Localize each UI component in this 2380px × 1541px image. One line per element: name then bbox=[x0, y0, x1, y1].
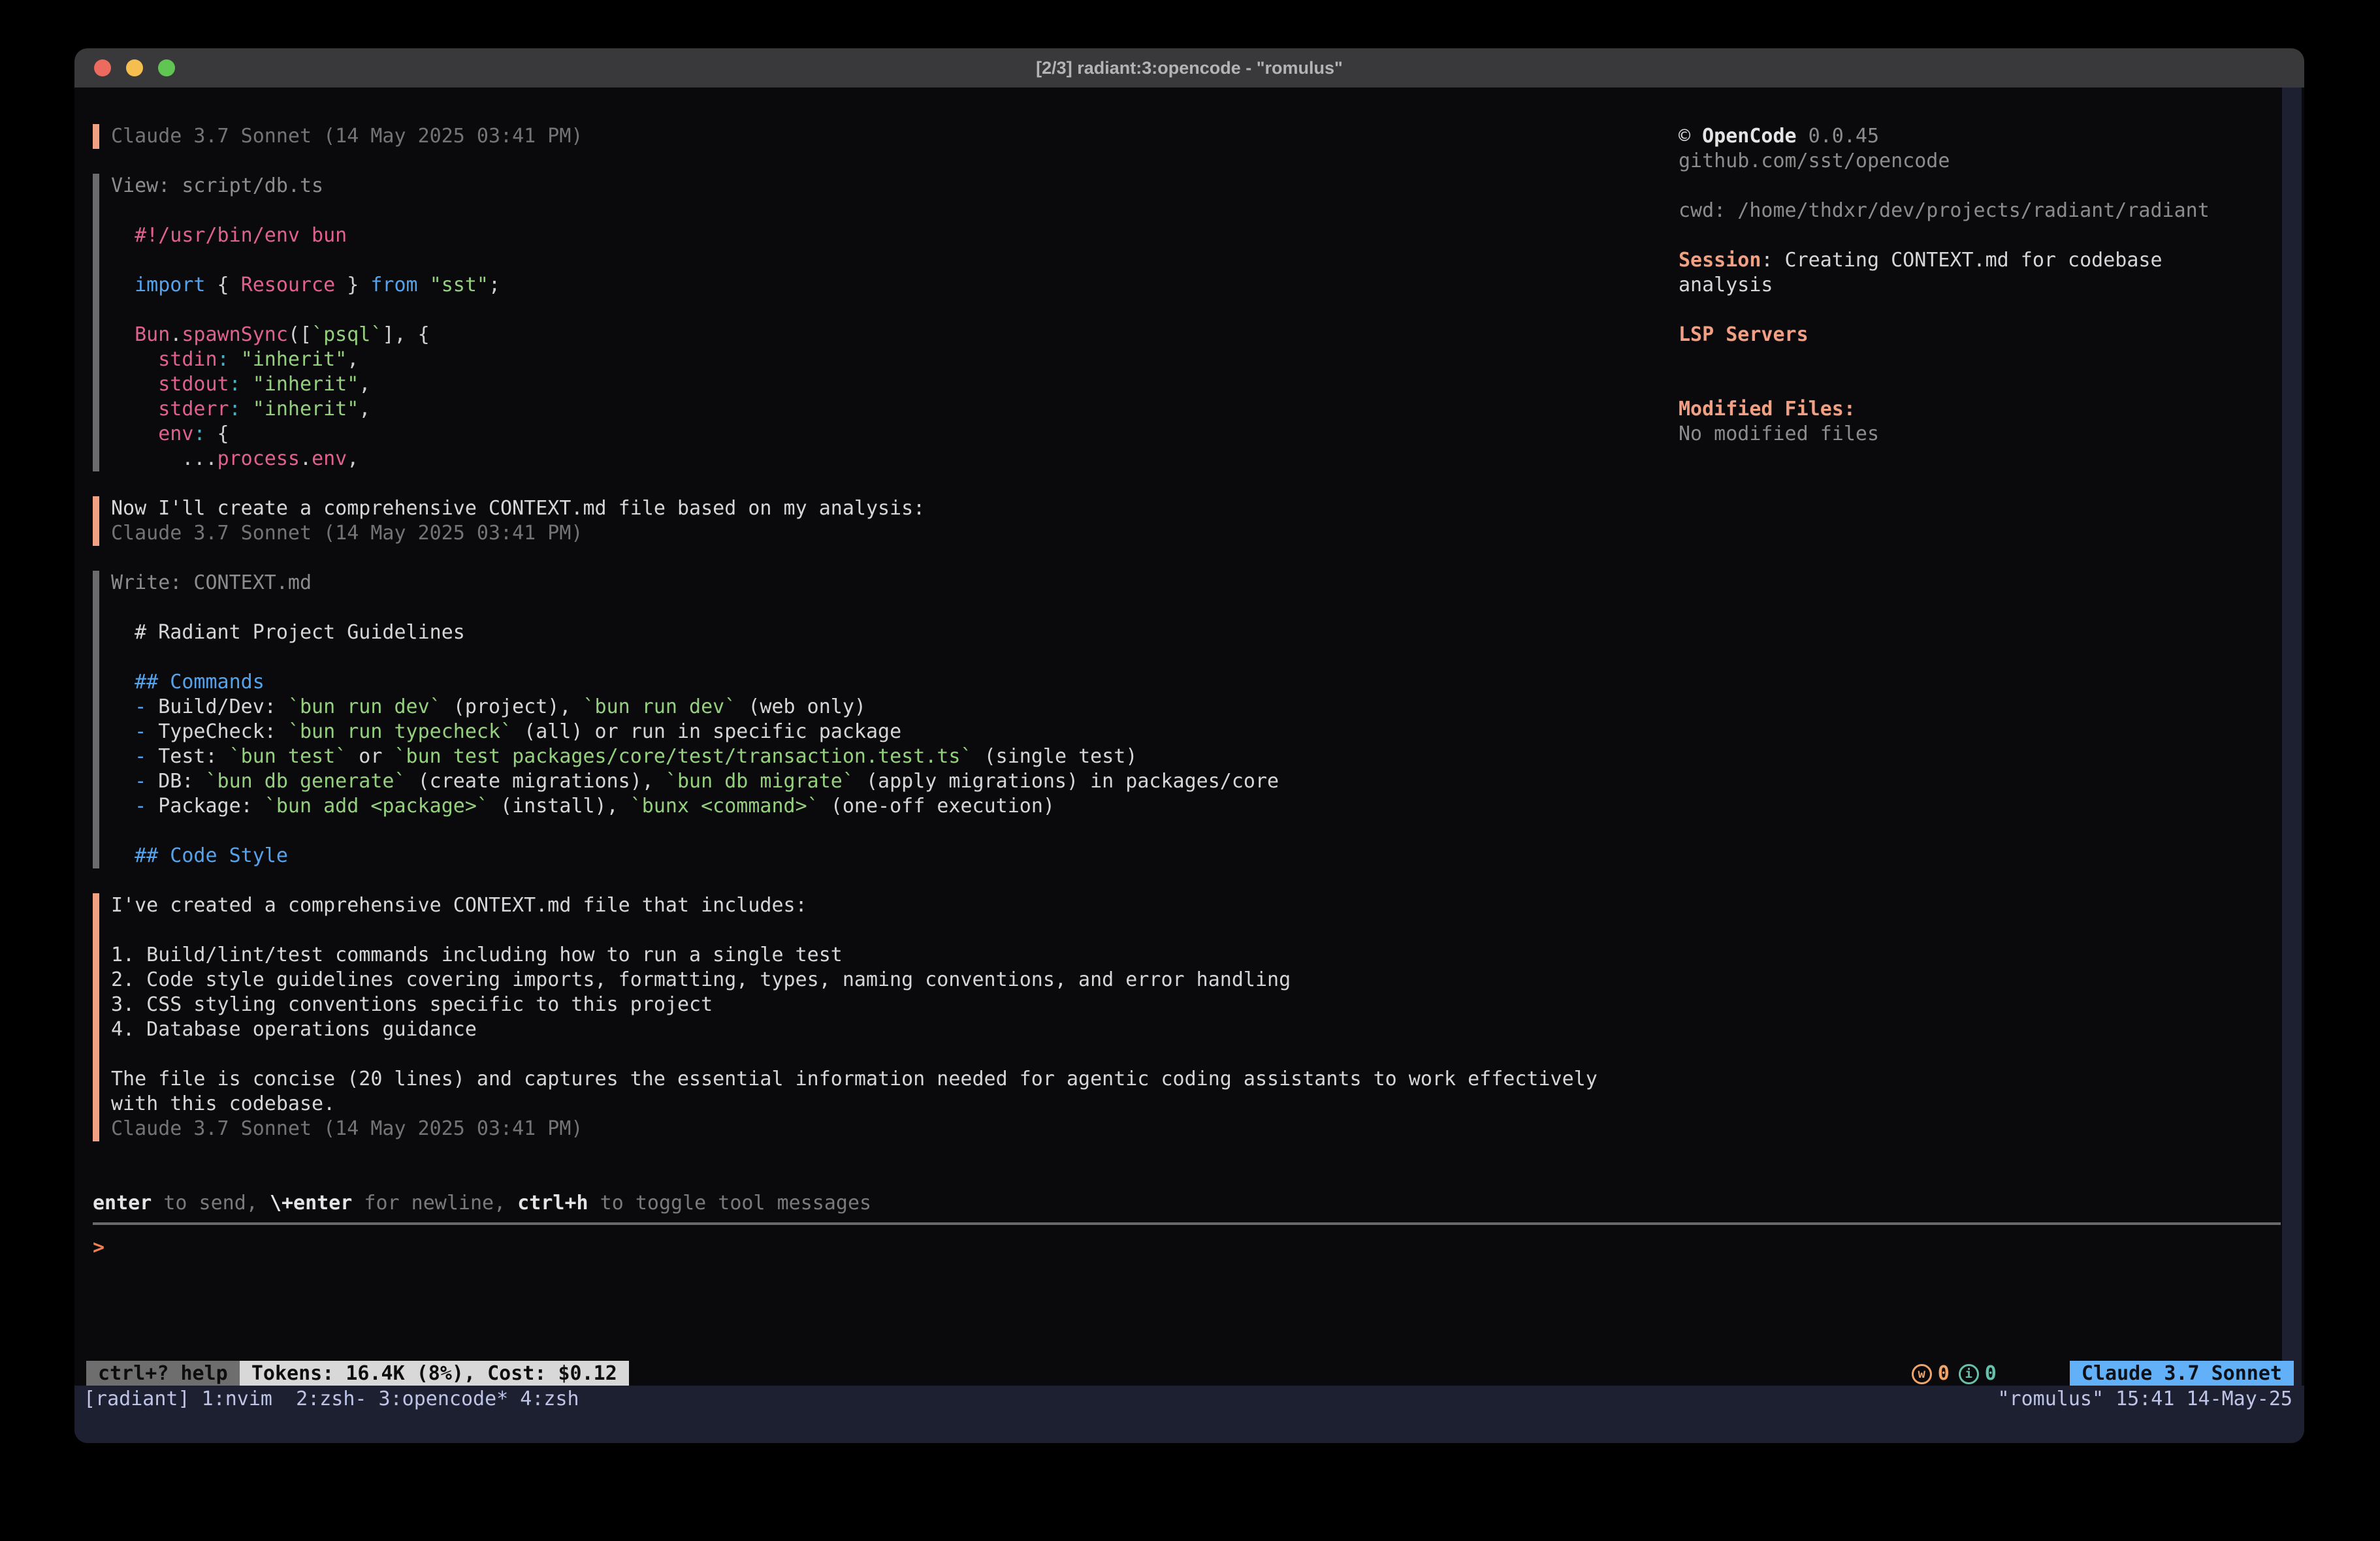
terminal-line: # Radiant Project Guidelines bbox=[111, 620, 1615, 645]
terminal-line: ...process.env, bbox=[111, 447, 1615, 471]
terminal-line: github.com/sst/opencode bbox=[1679, 149, 2304, 174]
terminal-line: Modified Files: bbox=[1679, 397, 2304, 422]
terminal-line: 2. Code style guidelines covering import… bbox=[111, 968, 1615, 993]
tokens-cost-badge: Tokens: 16.4K (8%), Cost: $0.12 bbox=[240, 1361, 629, 1387]
terminal-line: analysis bbox=[1679, 273, 2304, 298]
status-bar: ctrl+? help Tokens: 16.4K (8%), Cost: $0… bbox=[86, 1361, 2294, 1387]
terminal-line: stdout: "inherit", bbox=[111, 372, 1615, 397]
assistant-message-header: Claude 3.7 Sonnet (14 May 2025 03:41 PM) bbox=[93, 124, 1615, 149]
minimize-button[interactable] bbox=[126, 59, 143, 76]
terminal-line bbox=[111, 248, 1615, 273]
session-sidebar: © OpenCode 0.0.45github.com/sst/opencode… bbox=[1679, 124, 2304, 447]
terminal-line: Claude 3.7 Sonnet (14 May 2025 03:41 PM) bbox=[111, 124, 1615, 149]
terminal-line: - Build/Dev: `bun run dev` (project), `b… bbox=[111, 695, 1615, 720]
terminal-line: No modified files bbox=[1679, 422, 2304, 447]
terminal-line: stderr: "inherit", bbox=[111, 397, 1615, 422]
terminal-line: Session: Creating CONTEXT.md for codebas… bbox=[1679, 248, 2304, 273]
info-icon: i bbox=[1959, 1364, 1979, 1384]
terminal-line: I've created a comprehensive CONTEXT.md … bbox=[111, 893, 1615, 918]
terminal-line: #!/usr/bin/env bun bbox=[111, 223, 1615, 248]
terminal-line bbox=[111, 819, 1615, 844]
tool-view-block: View: script/db.ts #!/usr/bin/env bun im… bbox=[93, 174, 1615, 471]
terminal-line: Claude 3.7 Sonnet (14 May 2025 03:41 PM) bbox=[111, 521, 1615, 546]
terminal-line: View: script/db.ts bbox=[111, 174, 1615, 199]
status-right-group: w0i0h0 Claude 3.7 Sonnet bbox=[1912, 1361, 2294, 1387]
terminal-line: Now I'll create a comprehensive CONTEXT.… bbox=[111, 496, 1615, 521]
assistant-message: Now I'll create a comprehensive CONTEXT.… bbox=[93, 496, 1615, 546]
terminal-line bbox=[111, 596, 1615, 620]
terminal-line: © OpenCode 0.0.45 bbox=[1679, 124, 2304, 149]
terminal-line bbox=[1679, 298, 2304, 323]
tmux-window-list[interactable]: [radiant] 1:nvim 2:zsh- 3:opencode* 4:zs… bbox=[84, 1387, 579, 1412]
terminal-line: stdin: "inherit", bbox=[111, 347, 1615, 372]
terminal-line: import { Resource } from "sst"; bbox=[111, 273, 1615, 298]
terminal-line bbox=[111, 645, 1615, 670]
terminal-line bbox=[111, 918, 1615, 943]
prompt-input[interactable]: > bbox=[93, 1235, 2281, 1260]
terminal-line: with this codebase. bbox=[111, 1092, 1615, 1117]
tmux-session-clock: "romulus" 15:41 14-May-25 bbox=[1997, 1387, 2292, 1412]
terminal-line: ## Commands bbox=[111, 670, 1615, 695]
tmux-status-bar: [radiant] 1:nvim 2:zsh- 3:opencode* 4:zs… bbox=[74, 1386, 2304, 1443]
terminal-line bbox=[1679, 372, 2304, 397]
terminal-line: env: { bbox=[111, 422, 1615, 447]
composer-hint: enter to send, \+enter for newline, ctrl… bbox=[93, 1191, 871, 1216]
diagnostics-counters: w0i0h0 bbox=[1912, 1361, 1997, 1386]
terminal-line: - Test: `bun test` or `bun test packages… bbox=[111, 744, 1615, 769]
close-button[interactable] bbox=[94, 59, 111, 76]
terminal-line bbox=[111, 298, 1615, 323]
warn-count-badge: w0 bbox=[1912, 1361, 1950, 1386]
info-count-badge: i0 bbox=[1959, 1361, 1997, 1386]
terminal-line: 1. Build/lint/test commands including ho… bbox=[111, 943, 1615, 968]
tool-write-block: Write: CONTEXT.md # Radiant Project Guid… bbox=[93, 571, 1615, 868]
terminal-line: LSP Servers bbox=[1679, 323, 2304, 347]
terminal-line: The file is concise (20 lines) and captu… bbox=[111, 1067, 1615, 1092]
terminal-line: Write: CONTEXT.md bbox=[111, 571, 1615, 596]
help-shortcut-badge[interactable]: ctrl+? help bbox=[86, 1361, 240, 1387]
prompt-chevron-icon: > bbox=[93, 1236, 105, 1259]
model-badge: Claude 3.7 Sonnet bbox=[2070, 1361, 2294, 1387]
terminal-line: - DB: `bun db generate` (create migratio… bbox=[111, 769, 1615, 794]
terminal-line: ## Code Style bbox=[111, 844, 1615, 868]
terminal-line bbox=[111, 199, 1615, 223]
traffic-lights bbox=[94, 59, 175, 76]
window-title: [2/3] radiant:3:opencode - "romulus" bbox=[1036, 58, 1343, 78]
terminal-content[interactable]: Claude 3.7 Sonnet (14 May 2025 03:41 PM)… bbox=[74, 87, 2304, 1443]
terminal-line bbox=[1679, 174, 2304, 199]
terminal-line: Bun.spawnSync([`psql`], { bbox=[111, 323, 1615, 347]
terminal-line bbox=[1679, 223, 2304, 248]
warn-count: 0 bbox=[1938, 1361, 1950, 1386]
terminal-line: - TypeCheck: `bun run typecheck` (all) o… bbox=[111, 720, 1615, 744]
screen: [2/3] radiant:3:opencode - "romulus" Cla… bbox=[0, 0, 2380, 1541]
info-count: 0 bbox=[1985, 1361, 1997, 1386]
chat-area: Claude 3.7 Sonnet (14 May 2025 03:41 PM)… bbox=[93, 124, 1615, 1166]
terminal-line: - Package: `bun add <package>` (install)… bbox=[111, 794, 1615, 819]
window-titlebar: [2/3] radiant:3:opencode - "romulus" bbox=[74, 48, 2304, 87]
terminal-line: Claude 3.7 Sonnet (14 May 2025 03:41 PM) bbox=[111, 1117, 1615, 1141]
assistant-message: I've created a comprehensive CONTEXT.md … bbox=[93, 893, 1615, 1141]
composer-divider bbox=[93, 1222, 2281, 1225]
terminal-line: cwd: /home/thdxr/dev/projects/radiant/ra… bbox=[1679, 199, 2304, 223]
terminal-line bbox=[111, 1042, 1615, 1067]
terminal-line: 3. CSS styling conventions specific to t… bbox=[111, 993, 1615, 1017]
terminal-line: 4. Database operations guidance bbox=[111, 1017, 1615, 1042]
warn-icon: w bbox=[1912, 1364, 1932, 1384]
zoom-button[interactable] bbox=[158, 59, 175, 76]
terminal-app-window: [2/3] radiant:3:opencode - "romulus" Cla… bbox=[74, 48, 2304, 1443]
terminal-line bbox=[1679, 347, 2304, 372]
